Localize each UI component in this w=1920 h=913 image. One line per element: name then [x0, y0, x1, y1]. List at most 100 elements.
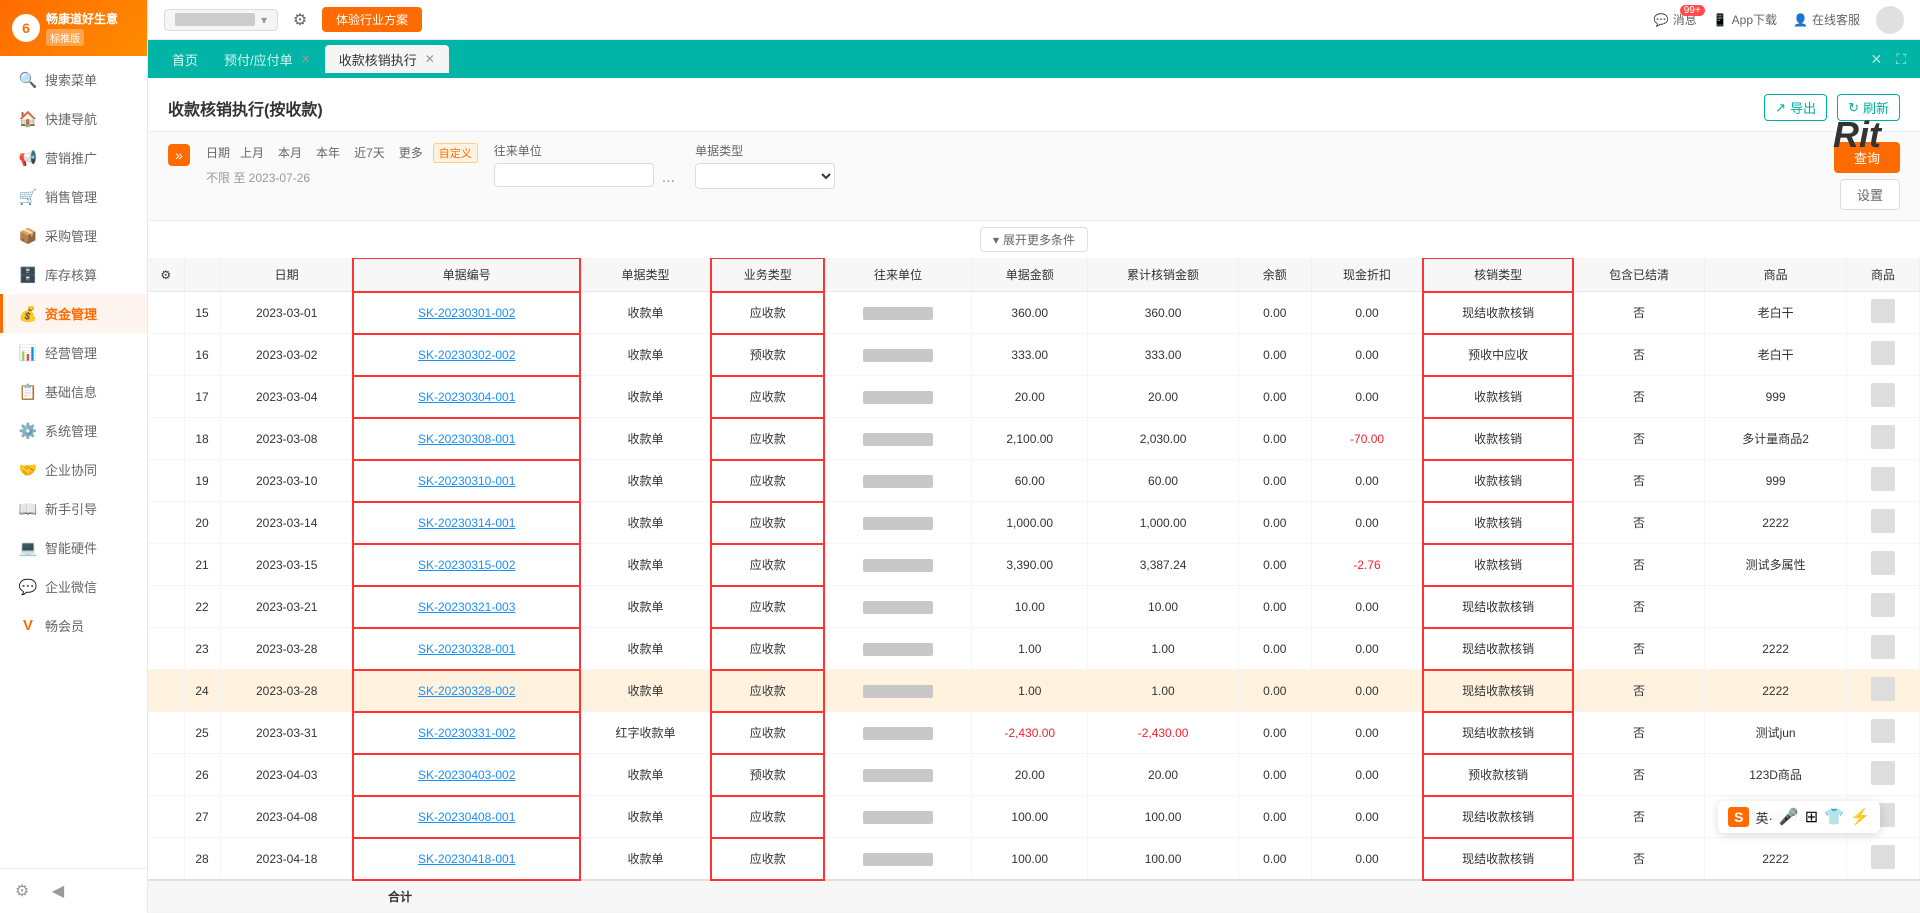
sidebar-item-search[interactable]: 🔍 搜索菜单	[0, 60, 147, 99]
td-include-settled: 否	[1573, 628, 1704, 670]
sidebar-item-purchase[interactable]: 📦 采购管理	[0, 216, 147, 255]
td-settings[interactable]	[148, 418, 184, 460]
td-doc-type: 收款单	[580, 670, 711, 712]
doc-no-link[interactable]: SK-20230328-002	[418, 684, 515, 698]
footer-doc-type	[580, 880, 711, 913]
td-amount: 10.00	[972, 586, 1088, 628]
td-balance: 0.00	[1238, 502, 1311, 544]
doc-no-link[interactable]: SK-20230403-002	[418, 768, 515, 782]
filter-date-more[interactable]: 更多	[395, 142, 427, 163]
tab-close-all-icon[interactable]: ✕	[1868, 49, 1884, 70]
sidebar-item-sales[interactable]: 🛒 销售管理	[0, 177, 147, 216]
doc-no-link[interactable]: SK-20230308-001	[418, 432, 515, 446]
tab-receipt-cancel-close[interactable]: ✕	[425, 52, 435, 66]
doc-no-link[interactable]: SK-20230304-001	[418, 390, 515, 404]
td-settings[interactable]	[148, 754, 184, 796]
filter-doctype-select[interactable]	[695, 163, 835, 189]
td-doc-no[interactable]: SK-20230328-002	[353, 670, 580, 712]
topbar-online-service[interactable]: 👤 在线客服	[1793, 11, 1860, 28]
filter-date-last-month[interactable]: 上月	[236, 142, 268, 163]
td-doc-no[interactable]: SK-20230321-003	[353, 586, 580, 628]
topbar-gear-btn[interactable]: ⚙	[286, 6, 314, 34]
expand-more-btn[interactable]: ▾ 展开更多条件	[980, 227, 1088, 252]
td-settings[interactable]	[148, 292, 184, 334]
doc-no-link[interactable]: SK-20230408-001	[418, 810, 515, 824]
tab-receipt-cancel[interactable]: 收款核销执行 ✕	[325, 45, 449, 73]
tab-home[interactable]: 首页	[160, 50, 210, 69]
td-settings[interactable]	[148, 838, 184, 881]
doc-no-link[interactable]: SK-20230328-001	[418, 642, 515, 656]
topbar-app-download[interactable]: 📱 App下载	[1713, 11, 1777, 28]
doc-no-link[interactable]: SK-20230315-002	[418, 558, 515, 572]
filter-date-custom[interactable]: 自定义	[433, 143, 478, 163]
td-doc-no[interactable]: SK-20230302-002	[353, 334, 580, 376]
sidebar-item-marketing[interactable]: 📢 营销推广	[0, 138, 147, 177]
footer-cancel-type	[1423, 880, 1574, 913]
th-settings[interactable]: ⚙	[148, 258, 184, 292]
td-settings[interactable]	[148, 334, 184, 376]
td-balance: 0.00	[1238, 838, 1311, 881]
tab-expand-icon[interactable]: ⛶	[1894, 49, 1908, 70]
sidebar-item-corp[interactable]: 🤝 企业协同	[0, 450, 147, 489]
filter-date-this-year[interactable]: 本年	[312, 142, 344, 163]
td-settings[interactable]	[148, 712, 184, 754]
sidebar-item-quick[interactable]: 🏠 快捷导航	[0, 99, 147, 138]
doc-no-link[interactable]: SK-20230314-001	[418, 516, 515, 530]
td-doc-no[interactable]: SK-20230301-002	[353, 292, 580, 334]
td-settings[interactable]	[148, 796, 184, 838]
sidebar-item-hardware[interactable]: 💻 智能硬件	[0, 528, 147, 567]
industry-btn[interactable]: 体验行业方案	[322, 7, 422, 32]
td-balance: 0.00	[1238, 544, 1311, 586]
td-cancel-type: 预收款核销	[1423, 754, 1574, 796]
settings-footer-icon[interactable]: ⚙	[8, 877, 36, 905]
table-row: 222023-03-21SK-20230321-003收款单应收款10.0010…	[148, 586, 1920, 628]
filter-date-7days[interactable]: 近7天	[350, 142, 389, 163]
td-doc-no[interactable]: SK-20230403-002	[353, 754, 580, 796]
doc-no-link[interactable]: SK-20230321-003	[418, 600, 515, 614]
tab-prepay-close[interactable]: ✕	[301, 52, 311, 66]
user-avatar[interactable]	[1876, 6, 1904, 34]
export-btn[interactable]: ↗ 导出	[1764, 94, 1827, 121]
td-doc-no[interactable]: SK-20230328-001	[353, 628, 580, 670]
sidebar-item-finance[interactable]: 💰 资金管理	[0, 294, 147, 333]
collapse-icon[interactable]: ◀	[44, 877, 72, 905]
td-doc-no[interactable]: SK-20230408-001	[353, 796, 580, 838]
sidebar-item-inventory[interactable]: 🗄️ 库存核算	[0, 255, 147, 294]
td-doc-no[interactable]: SK-20230308-001	[353, 418, 580, 460]
td-settings[interactable]	[148, 544, 184, 586]
filter-dots[interactable]: ...	[658, 169, 679, 187]
blurred-partner	[863, 727, 933, 740]
filter-toggle-btn[interactable]: »	[168, 144, 190, 166]
td-doc-no[interactable]: SK-20230331-002	[353, 712, 580, 754]
td-doc-no[interactable]: SK-20230314-001	[353, 502, 580, 544]
sidebar-item-wechat[interactable]: 💬 企业微信	[0, 567, 147, 606]
td-doc-no[interactable]: SK-20230310-001	[353, 460, 580, 502]
td-doc-no[interactable]: SK-20230304-001	[353, 376, 580, 418]
filter-settings-btn[interactable]: 设置	[1840, 179, 1900, 210]
td-biz-type: 应收款	[711, 418, 824, 460]
td-settings[interactable]	[148, 586, 184, 628]
doc-no-link[interactable]: SK-20230418-001	[418, 852, 515, 866]
td-settings[interactable]	[148, 376, 184, 418]
company-selector[interactable]: ▾	[164, 9, 278, 31]
doc-no-link[interactable]: SK-20230301-002	[418, 306, 515, 320]
td-settings[interactable]	[148, 670, 184, 712]
td-settings[interactable]	[148, 502, 184, 544]
doc-no-link[interactable]: SK-20230302-002	[418, 348, 515, 362]
td-doc-no[interactable]: SK-20230418-001	[353, 838, 580, 881]
doc-no-link[interactable]: SK-20230331-002	[418, 726, 515, 740]
sidebar-item-member[interactable]: V 畅会员	[0, 606, 147, 645]
filter-date-this-month[interactable]: 本月	[274, 142, 306, 163]
tab-prepay[interactable]: 预付/应付单 ✕	[210, 45, 325, 73]
sidebar-item-operation[interactable]: 📊 经营管理	[0, 333, 147, 372]
td-settings[interactable]	[148, 628, 184, 670]
td-biz-type: 应收款	[711, 502, 824, 544]
filter-partner-input[interactable]	[494, 163, 654, 187]
td-doc-no[interactable]: SK-20230315-002	[353, 544, 580, 586]
sidebar-item-basic[interactable]: 📋 基础信息	[0, 372, 147, 411]
doc-no-link[interactable]: SK-20230310-001	[418, 474, 515, 488]
sidebar-item-guide[interactable]: 📖 新手引导	[0, 489, 147, 528]
td-settings[interactable]	[148, 460, 184, 502]
topbar-messages[interactable]: 💬 消息 99+	[1654, 11, 1697, 28]
sidebar-item-system[interactable]: ⚙️ 系统管理	[0, 411, 147, 450]
